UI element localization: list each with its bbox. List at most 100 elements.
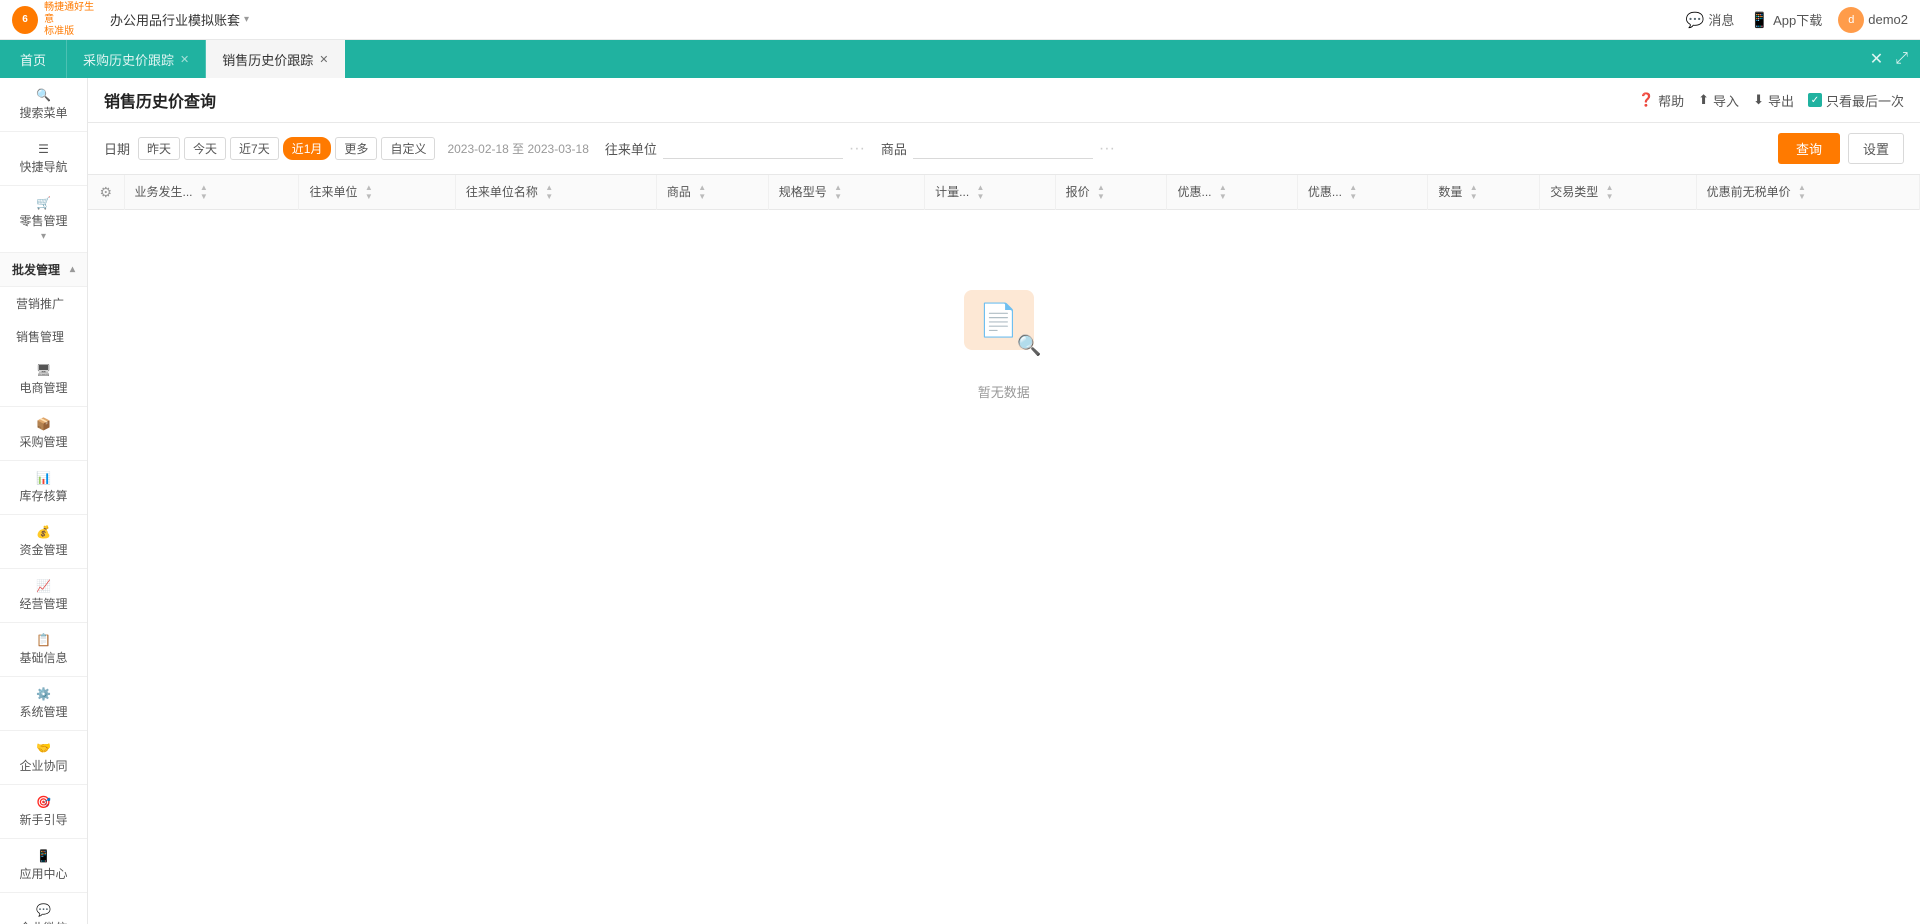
sort-icon[interactable]: ▲▼: [698, 184, 706, 201]
sidebar-item-app-center[interactable]: 📱 应用中心: [0, 839, 87, 893]
date-range-text: 2023-02-18 至 2023-03-18: [447, 140, 588, 157]
sort-icon[interactable]: ▲▼: [977, 184, 985, 201]
sort-icon[interactable]: ▲▼: [200, 184, 208, 201]
message-icon: 💬: [1686, 11, 1705, 29]
app-download-button[interactable]: 📱 App下载: [1750, 10, 1822, 29]
ecommerce-icon: 🖥: [36, 363, 51, 377]
sidebar-item-basic-info[interactable]: 📋 基础信息: [0, 623, 87, 677]
sidebar-item-operations[interactable]: 📈 经营管理: [0, 569, 87, 623]
query-button[interactable]: 查询: [1778, 133, 1840, 164]
date-yesterday-btn[interactable]: 昨天: [138, 137, 180, 160]
th-partner-name: 往来单位名称 ▲▼: [455, 175, 656, 210]
export-button[interactable]: ⬇ 导出: [1753, 91, 1794, 110]
content-area: 销售历史价查询 ❓ 帮助 ⬆ 导入 ⬇ 导出: [88, 78, 1920, 924]
tab-sales-history[interactable]: 销售历史价跟踪 ✕: [206, 40, 345, 78]
date-filter-group: 日期 昨天 今天 近7天 近1月 更多 自定义 2023-02-18 至 202…: [104, 137, 589, 160]
sort-icon[interactable]: ▲▼: [1219, 184, 1227, 201]
only-last-checkbox-label[interactable]: ✓ 只看最后一次: [1808, 91, 1904, 110]
sort-icon[interactable]: ▲▼: [1349, 184, 1357, 201]
top-bar: 6 畅捷通好生意 标准版 办公用品行业模拟账套 ▾ 💬 消息 📱 App下载 d…: [0, 0, 1920, 40]
page-header: 销售历史价查询 ❓ 帮助 ⬆ 导入 ⬇ 导出: [88, 78, 1920, 123]
sidebar-item-marketing[interactable]: 营销推广: [0, 287, 87, 320]
sidebar-item-inventory[interactable]: 📊 库存核算: [0, 461, 87, 515]
tab-bar-actions: ✕ ⤢: [1858, 40, 1920, 78]
sidebar-item-quick-nav[interactable]: ☰ 快捷导航: [0, 132, 87, 186]
settings-button[interactable]: 设置: [1848, 133, 1904, 164]
date-buttons: 昨天 今天 近7天 近1月 更多 自定义: [138, 137, 435, 160]
operations-icon: 📈: [36, 579, 51, 593]
goods-filter-group: 商品 ···: [881, 139, 1115, 159]
sidebar-item-enterprise[interactable]: 🤝 企业协同: [0, 731, 87, 785]
basic-info-icon: 📋: [36, 633, 51, 647]
sidebar-item-finance[interactable]: 💰 资金管理: [0, 515, 87, 569]
sidebar-item-sales-mgmt[interactable]: 销售管理: [0, 320, 87, 353]
sidebar-item-ecommerce[interactable]: 🖥 电商管理: [0, 353, 87, 407]
empty-icon-bg: 📄 🔍: [964, 290, 1034, 350]
sort-icon[interactable]: ▲▼: [365, 184, 373, 201]
sidebar-item-wholesale[interactable]: 批发管理 ▴: [0, 253, 87, 287]
partner-filter-group: 往来单位 ···: [605, 139, 865, 159]
empty-state: 📄 🔍 暂无数据: [88, 210, 1920, 481]
table-body: 📄 🔍 暂无数据: [88, 210, 1920, 482]
sidebar-item-purchase[interactable]: 📦 采购管理: [0, 407, 87, 461]
sidebar-item-retail[interactable]: 🛒 零售管理 ▾: [0, 186, 87, 253]
date-last1month-btn[interactable]: 近1月: [283, 137, 332, 160]
page-title-row: 销售历史价查询 ❓ 帮助 ⬆ 导入 ⬇ 导出: [104, 88, 1904, 112]
tab-close-sales[interactable]: ✕: [319, 53, 328, 66]
sidebar-item-search-menu[interactable]: 🔍 搜索菜单: [0, 78, 87, 132]
chevron-down-icon: ▾: [41, 231, 46, 242]
maximize-icon[interactable]: ⤢: [1895, 50, 1908, 68]
empty-state-row: 📄 🔍 暂无数据: [88, 210, 1920, 482]
sort-icon[interactable]: ▲▼: [1470, 184, 1478, 201]
goods-input[interactable]: [913, 139, 1093, 159]
date-today-btn[interactable]: 今天: [184, 137, 226, 160]
top-bar-right: 💬 消息 📱 App下载 d demo2: [1686, 7, 1908, 33]
th-quantity: 数量 ▲▼: [1428, 175, 1540, 210]
th-trade-type: 交易类型 ▲▼: [1540, 175, 1696, 210]
th-settings: ⚙: [88, 175, 124, 210]
close-all-icon[interactable]: ✕: [1870, 49, 1883, 69]
tab-home[interactable]: 首页: [0, 40, 67, 78]
sort-icon[interactable]: ▲▼: [834, 184, 842, 201]
download-icon: 📱: [1750, 11, 1769, 29]
newbie-icon: 🎯: [36, 795, 51, 809]
tab-bar: 首页 采购历史价跟踪 ✕ 销售历史价跟踪 ✕ ✕ ⤢: [0, 40, 1920, 78]
th-spec: 规格型号 ▲▼: [768, 175, 924, 210]
partner-input[interactable]: [663, 139, 843, 159]
partner-dots-btn[interactable]: ···: [849, 140, 865, 158]
sort-icon[interactable]: ▲▼: [1606, 184, 1614, 201]
message-button[interactable]: 💬 消息: [1686, 10, 1735, 29]
enterprise-icon: 🤝: [36, 741, 51, 755]
date-label: 日期: [104, 139, 130, 158]
table-header-row: ⚙ 业务发生... ▲▼ 往来单位 ▲▼ 往来单位名称: [88, 175, 1920, 210]
wechat-icon: 💬: [36, 903, 51, 917]
tab-close-purchase[interactable]: ✕: [180, 53, 189, 66]
sidebar-item-system[interactable]: ⚙️ 系统管理: [0, 677, 87, 731]
user-menu-button[interactable]: d demo2: [1838, 7, 1908, 33]
page-content: 销售历史价查询 ❓ 帮助 ⬆ 导入 ⬇ 导出: [88, 78, 1920, 924]
export-icon: ⬇: [1753, 92, 1764, 108]
th-biz-date: 业务发生... ▲▼: [124, 175, 299, 210]
sort-icon[interactable]: ▲▼: [545, 184, 553, 201]
sidebar-item-newbie[interactable]: 🎯 新手引导: [0, 785, 87, 839]
logo-area: 6 畅捷通好生意 标准版: [12, 2, 100, 38]
sort-icon[interactable]: ▲▼: [1097, 184, 1105, 201]
logo-icon: 6: [12, 6, 38, 34]
th-quote: 报价 ▲▼: [1055, 175, 1167, 210]
th-partner-code: 往来单位 ▲▼: [299, 175, 455, 210]
sort-icon[interactable]: ▲▼: [1798, 184, 1806, 201]
help-button[interactable]: ❓ 帮助: [1638, 91, 1684, 110]
th-unit: 计量... ▲▼: [925, 175, 1055, 210]
tab-purchase-history[interactable]: 采购历史价跟踪 ✕: [67, 40, 206, 78]
date-custom-btn[interactable]: 自定义: [381, 137, 435, 160]
app-selector[interactable]: 办公用品行业模拟账套 ▾: [110, 10, 1676, 29]
chevron-down-icon: ▾: [244, 14, 249, 25]
date-more-btn[interactable]: 更多: [335, 137, 377, 160]
system-icon: ⚙️: [36, 687, 51, 701]
sidebar-item-corp-wechat[interactable]: 💬 企业微信: [0, 893, 87, 924]
import-button[interactable]: ⬆ 导入: [1698, 91, 1739, 110]
goods-dots-btn[interactable]: ···: [1099, 140, 1115, 158]
table-settings-icon[interactable]: ⚙: [99, 184, 112, 200]
date-last7days-btn[interactable]: 近7天: [230, 137, 279, 160]
only-last-checkbox[interactable]: ✓: [1808, 93, 1822, 107]
